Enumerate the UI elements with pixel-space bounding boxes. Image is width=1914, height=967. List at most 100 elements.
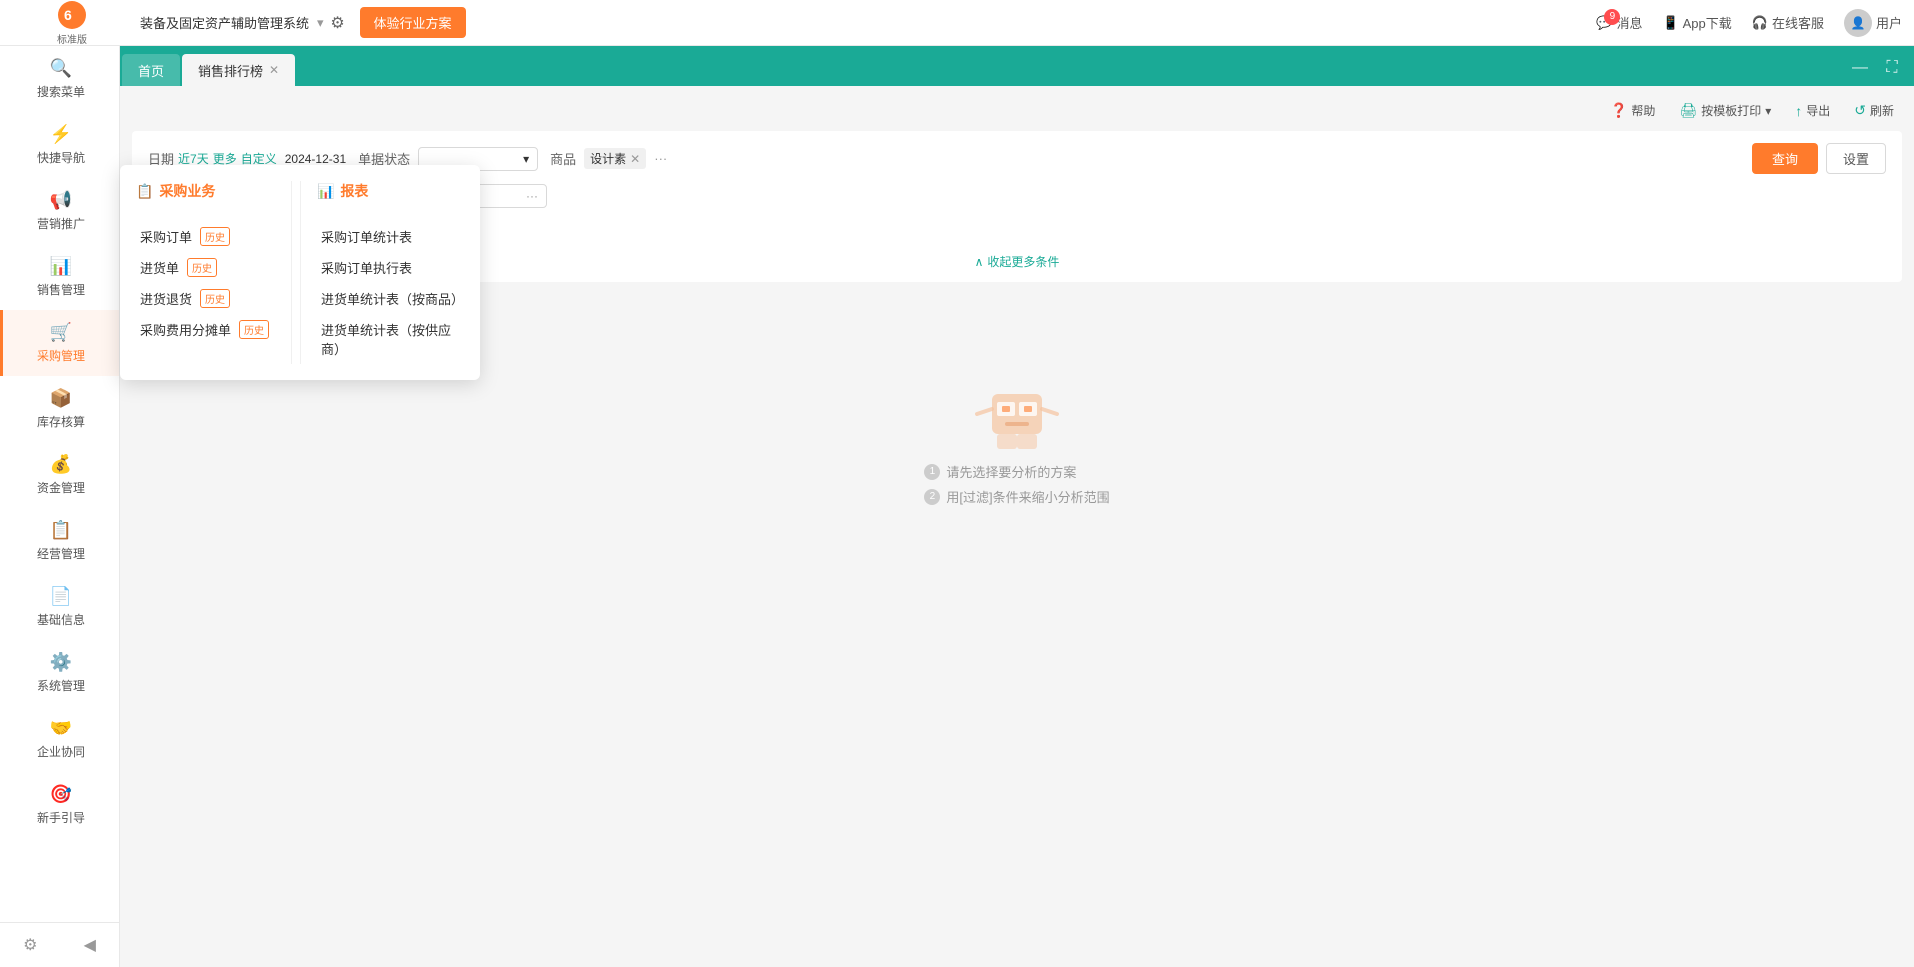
tab-bar-actions: — ⛶ bbox=[1846, 54, 1914, 86]
user-menu[interactable]: 👤 用户 bbox=[1844, 9, 1902, 37]
sidebar-item-guide[interactable]: 🎯 新手引导 bbox=[0, 772, 119, 838]
sidebar-settings-icon[interactable]: ⚙ bbox=[23, 935, 37, 955]
purchase-col-title-text: 采购业务 bbox=[159, 181, 215, 201]
goods-tag-close-icon[interactable]: ✕ bbox=[630, 152, 640, 166]
dropdown-item-expense[interactable]: 采购费用分摊单 历史 bbox=[136, 314, 283, 345]
history-badge-0: 历史 bbox=[200, 227, 230, 246]
sidebar-item-search[interactable]: 🔍 搜索菜单 bbox=[0, 46, 119, 112]
sidebar-bottom: ⚙ ◀ bbox=[0, 922, 119, 967]
phone-icon: 📱 bbox=[1662, 15, 1678, 31]
notifications-label: 消息 bbox=[1616, 13, 1642, 32]
tab-home[interactable]: 首页 bbox=[122, 54, 180, 86]
sidebar-item-inventory[interactable]: 📦 库存核算 bbox=[0, 376, 119, 442]
finance-icon: 💰 bbox=[50, 454, 72, 475]
incoming-label: 进货单 bbox=[140, 258, 179, 277]
export-icon: ↑ bbox=[1795, 103, 1802, 119]
system-settings-icon[interactable]: ⚙ bbox=[324, 9, 352, 37]
notif-badge-wrapper: 💬 9 bbox=[1596, 15, 1612, 31]
refresh-label: 刷新 bbox=[1870, 102, 1894, 119]
query-button[interactable]: 查询 bbox=[1752, 143, 1818, 174]
app-download-label: App下载 bbox=[1683, 13, 1732, 32]
sidebar-item-marketing[interactable]: 📢 营销推广 bbox=[0, 178, 119, 244]
sidebar-label-system: 系统管理 bbox=[37, 677, 85, 694]
logo-sub-text: 标准版 bbox=[57, 31, 87, 46]
tab-sales-ranking[interactable]: 销售排行榜 ✕ bbox=[182, 54, 295, 86]
expense-label: 采购费用分摊单 bbox=[140, 320, 231, 339]
return-label: 进货退货 bbox=[140, 289, 192, 308]
history-badge-1: 历史 bbox=[187, 258, 217, 277]
sidebar-label-nav: 快捷导航 bbox=[37, 149, 85, 166]
online-service-btn[interactable]: 🎧 在线客服 bbox=[1752, 13, 1824, 32]
tab-minimize-icon[interactable]: — bbox=[1846, 54, 1874, 82]
dropdown-item-incoming-by-supplier[interactable]: 进货单统计表（按供应商） bbox=[317, 314, 464, 364]
online-service-label: 在线客服 bbox=[1772, 13, 1824, 32]
industry-button[interactable]: 体验行业方案 bbox=[360, 7, 466, 38]
hint2-text: 用[过滤]条件来缩小分析范围 bbox=[946, 487, 1109, 506]
incoming-by-goods-label: 进货单统计表（按商品） bbox=[321, 289, 460, 308]
sidebar-label-purchase: 采购管理 bbox=[37, 347, 85, 364]
empty-hint-1: 1 请先选择要分析的方案 bbox=[924, 462, 1076, 481]
help-btn[interactable]: ❓ 帮助 bbox=[1602, 98, 1663, 123]
operations-icon: 📋 bbox=[50, 520, 72, 541]
enterprise-icon: 🤝 bbox=[50, 718, 72, 739]
export-label: 导出 bbox=[1806, 102, 1830, 119]
goods-label: 商品 bbox=[550, 149, 576, 168]
purchase-dropdown-menu[interactable]: 📋 采购业务 采购订单 历史 进货单 历史 进货退货 历史 采购费用分摊单 bbox=[120, 165, 480, 380]
logo-area: 6 标准版 bbox=[12, 0, 132, 46]
salesperson-dots[interactable]: ··· bbox=[526, 189, 538, 203]
sidebar-item-finance[interactable]: 💰 资金管理 bbox=[0, 442, 119, 508]
sidebar-item-sales[interactable]: 📊 销售管理 bbox=[0, 244, 119, 310]
goods-tag: 设计素 ✕ bbox=[584, 148, 646, 169]
print-btn[interactable]: 🖨 按模板打印 ▾ bbox=[1671, 98, 1779, 123]
reports-col-icon: 📊 bbox=[317, 183, 334, 200]
notification-count: 9 bbox=[1604, 9, 1620, 25]
status-select-arrow: ▾ bbox=[523, 152, 529, 166]
help-label: 帮助 bbox=[1631, 102, 1655, 119]
svg-text:6: 6 bbox=[64, 7, 72, 23]
date-value[interactable]: 2024-12-31 bbox=[285, 152, 346, 166]
notifications-btn[interactable]: 💬 9 消息 bbox=[1596, 13, 1642, 32]
refresh-btn[interactable]: ↺ 刷新 bbox=[1846, 98, 1902, 123]
sidebar-item-nav[interactable]: ⚡ 快捷导航 bbox=[0, 112, 119, 178]
sidebar-label-sales: 销售管理 bbox=[37, 281, 85, 298]
sidebar-item-system[interactable]: ⚙️ 系统管理 bbox=[0, 640, 119, 706]
empty-state-illustration bbox=[967, 374, 1067, 454]
sidebar-item-enterprise[interactable]: 🤝 企业协同 bbox=[0, 706, 119, 772]
collapse-arrow-icon: ∧ bbox=[975, 255, 984, 269]
sidebar-collapse-icon[interactable]: ◀ bbox=[84, 935, 96, 955]
purchase-col-icon: 📋 bbox=[136, 183, 153, 200]
hint1-number: 1 bbox=[924, 464, 940, 480]
home-tab-label: 首页 bbox=[138, 61, 164, 80]
dropdown-item-order-stats[interactable]: 采购订单统计表 bbox=[317, 221, 464, 252]
sidebar-item-basic-info[interactable]: 📄 基础信息 bbox=[0, 574, 119, 640]
header-right: 💬 9 消息 📱 App下载 🎧 在线客服 👤 用户 bbox=[1596, 9, 1902, 37]
goods-more-dots[interactable]: ··· bbox=[654, 151, 667, 166]
sales-ranking-tab-label: 销售排行榜 bbox=[198, 61, 263, 80]
dropdown-item-incoming-by-goods[interactable]: 进货单统计表（按商品） bbox=[317, 283, 464, 314]
query-action-group: 查询 设置 bbox=[1752, 143, 1886, 174]
export-btn[interactable]: ↑ 导出 bbox=[1787, 98, 1838, 123]
incoming-by-supplier-label: 进货单统计表（按供应商） bbox=[321, 320, 460, 358]
sidebar-item-purchase[interactable]: 🛒 采购管理 bbox=[0, 310, 119, 376]
sidebar-label-guide: 新手引导 bbox=[37, 809, 85, 826]
hint1-text: 请先选择要分析的方案 bbox=[946, 462, 1076, 481]
dropdown-item-return[interactable]: 进货退货 历史 bbox=[136, 283, 283, 314]
user-label: 用户 bbox=[1876, 13, 1902, 32]
dropdown-item-purchase-order[interactable]: 采购订单 历史 bbox=[136, 221, 283, 252]
help-icon: ❓ bbox=[1610, 102, 1627, 119]
tab-maximize-icon[interactable]: ⛶ bbox=[1878, 54, 1906, 82]
goods-tag-value: 设计素 bbox=[590, 150, 626, 167]
dropdown-item-incoming[interactable]: 进货单 历史 bbox=[136, 252, 283, 283]
sidebar-item-operations[interactable]: 📋 经营管理 bbox=[0, 508, 119, 574]
user-avatar: 👤 bbox=[1844, 9, 1872, 37]
sidebar-label-enterprise: 企业协同 bbox=[37, 743, 85, 760]
system-icon: ⚙️ bbox=[50, 652, 72, 673]
goods-filter-group: 商品 设计素 ✕ ··· bbox=[550, 148, 667, 169]
app-download-btn[interactable]: 📱 App下载 bbox=[1662, 13, 1731, 32]
settings-button[interactable]: 设置 bbox=[1826, 143, 1886, 174]
print-dropdown-arrow[interactable]: ▾ bbox=[1765, 104, 1771, 118]
tab-close-icon[interactable]: ✕ bbox=[269, 63, 279, 77]
system-title-text: 装备及固定资产辅助管理系统 bbox=[140, 13, 309, 32]
purchase-business-col: 📋 采购业务 采购订单 历史 进货单 历史 进货退货 历史 采购费用分摊单 bbox=[136, 181, 283, 364]
dropdown-item-order-execution[interactable]: 采购订单执行表 bbox=[317, 252, 464, 283]
